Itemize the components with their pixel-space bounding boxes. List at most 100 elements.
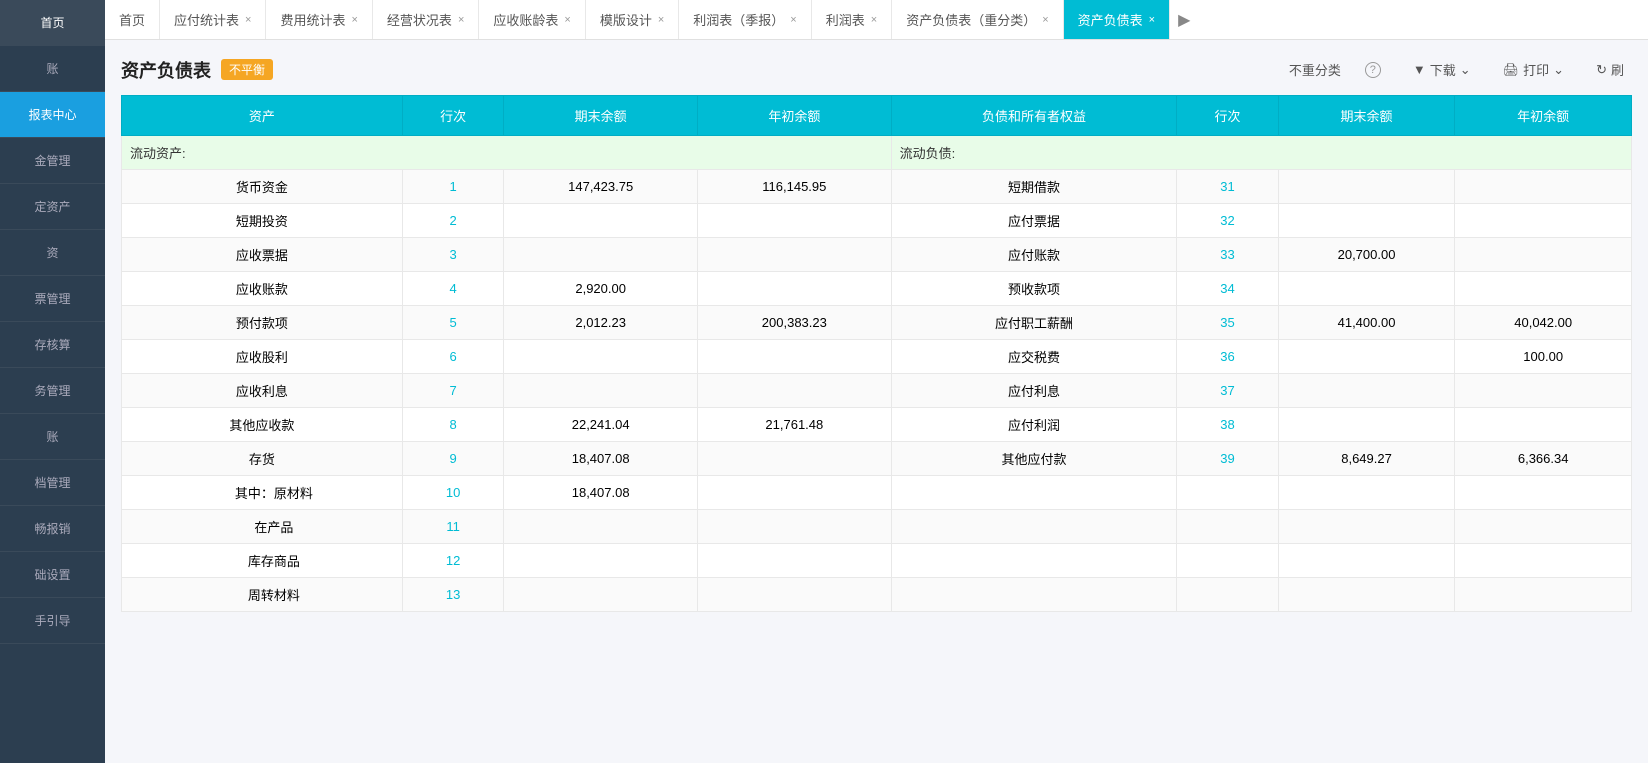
- tab-cost-stat[interactable]: 费用统计表 ×: [266, 0, 372, 40]
- close-tab-profit[interactable]: ×: [871, 14, 877, 26]
- liab-period-end[interactable]: [1278, 578, 1455, 612]
- asset-year-start[interactable]: [698, 272, 892, 306]
- close-tab-profit-q[interactable]: ×: [790, 14, 796, 26]
- liab-year-start[interactable]: [1455, 578, 1632, 612]
- asset-period-end[interactable]: 147,423.75: [504, 170, 698, 204]
- asset-year-start[interactable]: 200,383.23: [698, 306, 892, 340]
- liab-period-end[interactable]: 20,700.00: [1278, 238, 1455, 272]
- sidebar-item-inventory[interactable]: 存核算: [0, 322, 105, 368]
- asset-year-start[interactable]: 21,761.48: [698, 408, 892, 442]
- close-tab-balance[interactable]: ×: [1149, 14, 1155, 26]
- liab-label[interactable]: [891, 510, 1177, 544]
- liab-label[interactable]: [891, 578, 1177, 612]
- asset-period-end[interactable]: [504, 238, 698, 272]
- liab-period-end[interactable]: 41,400.00: [1278, 306, 1455, 340]
- sidebar-item-expense[interactable]: 畅报销: [0, 506, 105, 552]
- liab-period-end[interactable]: [1278, 340, 1455, 374]
- sidebar-item-settings[interactable]: 础设置: [0, 552, 105, 598]
- liab-year-start[interactable]: [1455, 272, 1632, 306]
- asset-label[interactable]: 其他应收款: [122, 408, 403, 442]
- asset-label[interactable]: 库存商品: [122, 544, 403, 578]
- liab-year-start[interactable]: [1455, 374, 1632, 408]
- liab-year-start[interactable]: [1455, 544, 1632, 578]
- tab-scroll-arrow[interactable]: ▶: [1170, 10, 1198, 30]
- asset-year-start[interactable]: [698, 476, 892, 510]
- asset-period-end[interactable]: [504, 510, 698, 544]
- sidebar-item-invoice[interactable]: 票管理: [0, 276, 105, 322]
- liab-year-start[interactable]: 6,366.34: [1455, 442, 1632, 476]
- asset-year-start[interactable]: [698, 204, 892, 238]
- download-button[interactable]: ▼ 下载 ⌄: [1405, 56, 1479, 83]
- tab-operation[interactable]: 经营状况表 ×: [373, 0, 479, 40]
- liab-label[interactable]: 应付利息: [891, 374, 1177, 408]
- liab-label[interactable]: 应付职工薪酬: [891, 306, 1177, 340]
- liab-year-start[interactable]: [1455, 510, 1632, 544]
- sidebar-item-account[interactable]: 账: [0, 46, 105, 92]
- sidebar-item-investment[interactable]: 资: [0, 230, 105, 276]
- asset-year-start[interactable]: [698, 442, 892, 476]
- liab-label[interactable]: 其他应付款: [891, 442, 1177, 476]
- tab-ar-aging[interactable]: 应收账龄表 ×: [479, 0, 585, 40]
- close-tab-ap-stat[interactable]: ×: [245, 14, 251, 26]
- liab-label[interactable]: 预收款项: [891, 272, 1177, 306]
- liab-period-end[interactable]: [1278, 544, 1455, 578]
- asset-period-end[interactable]: [504, 204, 698, 238]
- tab-template[interactable]: 模版设计 ×: [586, 0, 679, 40]
- asset-period-end[interactable]: [504, 374, 698, 408]
- liab-period-end[interactable]: [1278, 408, 1455, 442]
- tab-balance-reclassify[interactable]: 资产负债表（重分类） ×: [892, 0, 1063, 40]
- asset-period-end[interactable]: [504, 578, 698, 612]
- asset-period-end[interactable]: [504, 544, 698, 578]
- asset-year-start[interactable]: [698, 578, 892, 612]
- liab-period-end[interactable]: [1278, 374, 1455, 408]
- liab-period-end[interactable]: [1278, 272, 1455, 306]
- asset-label[interactable]: 其中：原材料: [122, 476, 403, 510]
- close-tab-template[interactable]: ×: [658, 14, 664, 26]
- asset-label[interactable]: 应收票据: [122, 238, 403, 272]
- liab-year-start[interactable]: [1455, 238, 1632, 272]
- asset-year-start[interactable]: [698, 374, 892, 408]
- liab-year-start[interactable]: [1455, 204, 1632, 238]
- refresh-button[interactable]: ↻ 刷: [1588, 56, 1632, 83]
- print-button[interactable]: 🖨 打印 ⌄: [1495, 56, 1572, 83]
- liab-label[interactable]: [891, 544, 1177, 578]
- tab-profit[interactable]: 利润表 ×: [812, 0, 892, 40]
- liab-period-end[interactable]: [1278, 510, 1455, 544]
- liab-label[interactable]: 应付账款: [891, 238, 1177, 272]
- sidebar-item-assets[interactable]: 定资产: [0, 184, 105, 230]
- tab-home[interactable]: 首页: [105, 0, 160, 40]
- asset-label[interactable]: 应收股利: [122, 340, 403, 374]
- liab-period-end[interactable]: [1278, 170, 1455, 204]
- sidebar-item-home[interactable]: 首页: [0, 0, 105, 46]
- sidebar-item-fund[interactable]: 金管理: [0, 138, 105, 184]
- tab-balance[interactable]: 资产负债表 ×: [1064, 0, 1170, 40]
- help-button[interactable]: ?: [1357, 58, 1389, 82]
- sidebar-item-reports[interactable]: 报表中心: [0, 92, 105, 138]
- asset-label[interactable]: 预付款项: [122, 306, 403, 340]
- asset-period-end[interactable]: 2,920.00: [504, 272, 698, 306]
- asset-year-start[interactable]: [698, 340, 892, 374]
- asset-period-end[interactable]: 22,241.04: [504, 408, 698, 442]
- close-tab-ar-aging[interactable]: ×: [564, 14, 570, 26]
- liab-year-start[interactable]: 100.00: [1455, 340, 1632, 374]
- liab-year-start[interactable]: [1455, 476, 1632, 510]
- asset-label[interactable]: 短期投资: [122, 204, 403, 238]
- sidebar-item-ledger[interactable]: 账: [0, 414, 105, 460]
- asset-label[interactable]: 周转材料: [122, 578, 403, 612]
- asset-label[interactable]: 应收账款: [122, 272, 403, 306]
- asset-year-start[interactable]: [698, 238, 892, 272]
- liab-label[interactable]: 应付利润: [891, 408, 1177, 442]
- liab-label[interactable]: [891, 476, 1177, 510]
- liab-period-end[interactable]: [1278, 204, 1455, 238]
- liab-year-start[interactable]: [1455, 170, 1632, 204]
- liab-year-start[interactable]: [1455, 408, 1632, 442]
- asset-label[interactable]: 货币资金: [122, 170, 403, 204]
- liab-label[interactable]: 应付票据: [891, 204, 1177, 238]
- tab-ap-stat[interactable]: 应付统计表 ×: [160, 0, 266, 40]
- close-tab-cost-stat[interactable]: ×: [351, 14, 357, 26]
- liab-period-end[interactable]: 8,649.27: [1278, 442, 1455, 476]
- no-reclassify-label[interactable]: 不重分类: [1289, 60, 1341, 79]
- asset-period-end[interactable]: 18,407.08: [504, 476, 698, 510]
- sidebar-item-business[interactable]: 务管理: [0, 368, 105, 414]
- asset-period-end[interactable]: 18,407.08: [504, 442, 698, 476]
